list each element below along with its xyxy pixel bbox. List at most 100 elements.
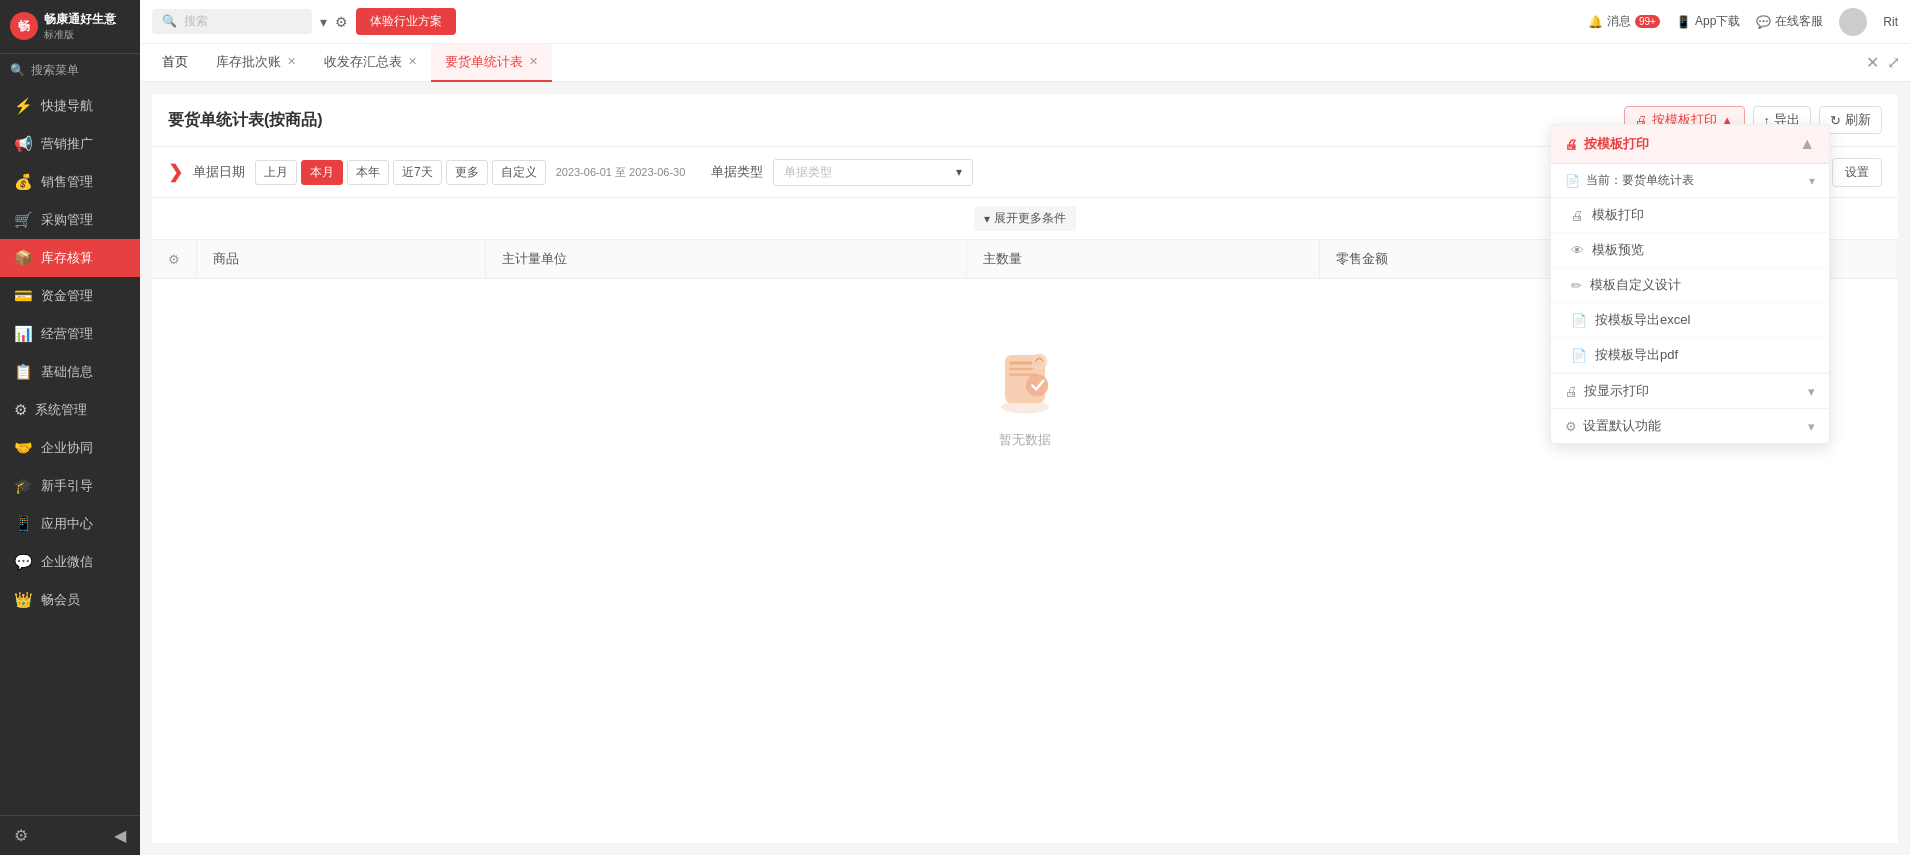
tab-close-all-btn[interactable]: ✕ <box>1864 51 1881 74</box>
sidebar-item-label: 新手引导 <box>41 477 93 495</box>
sidebar-item-purchase[interactable]: 🛒 采购管理 <box>0 201 140 239</box>
dropdown-item-export-excel[interactable]: 📄 按模板导出excel <box>1551 303 1829 338</box>
default-setting-icon: ⚙ <box>1565 419 1577 434</box>
tab-inventory-batch-label: 库存批次账 <box>216 53 281 71</box>
sidebar-settings-btn[interactable]: ⚙ <box>14 826 28 845</box>
date-btn-this-year[interactable]: 本年 <box>347 160 389 185</box>
dropdown-current-template[interactable]: 📄 当前：要货单统计表 ▾ <box>1551 164 1829 198</box>
topbar-dropdown-arrow[interactable]: ▾ <box>320 14 327 30</box>
type-filter-select[interactable]: 单据类型 ▾ <box>773 159 973 186</box>
operations-icon: 📊 <box>14 325 33 343</box>
tab-inventory-batch[interactable]: 库存批次账 ✕ <box>202 44 310 82</box>
current-template-icon: 📄 <box>1565 174 1580 188</box>
refresh-icon: ↻ <box>1830 113 1841 128</box>
notice-btn[interactable]: 🔔 消息 99+ <box>1588 13 1660 30</box>
search-icon: 🔍 <box>162 14 177 28</box>
sidebar-footer: ⚙ ◀ <box>0 815 140 855</box>
service-btn[interactable]: 💬 在线客服 <box>1756 13 1823 30</box>
tab-inventory-batch-close[interactable]: ✕ <box>287 56 296 67</box>
sidebar-item-appstore[interactable]: 📱 应用中心 <box>0 505 140 543</box>
trial-btn[interactable]: 体验行业方案 <box>356 8 456 35</box>
sidebar-item-inventory[interactable]: 📦 库存核算 <box>0 239 140 277</box>
dropdown-item-template-print[interactable]: 🖨 模板打印 <box>1551 198 1829 233</box>
chevron-down-icon: ▾ <box>956 165 962 179</box>
sidebar-item-marketing[interactable]: 📢 营销推广 <box>0 125 140 163</box>
cooperation-icon: 🤝 <box>14 439 33 457</box>
sidebar-logo: 畅 畅康通好生意 标准版 <box>0 0 140 54</box>
th-settings[interactable]: ⚙ <box>152 240 197 279</box>
sidebar-collapse-btn[interactable]: ◀ <box>114 826 126 845</box>
dropdown-display-print[interactable]: 🖨 按显示打印 ▾ <box>1551 373 1829 408</box>
sidebar-item-member[interactable]: 👑 畅会员 <box>0 581 140 619</box>
marketing-icon: 📢 <box>14 135 33 153</box>
sidebar-search[interactable]: 🔍 搜索菜单 <box>0 54 140 87</box>
tab-order-summary-close[interactable]: ✕ <box>529 56 538 67</box>
tab-home-label: 首页 <box>162 53 188 71</box>
display-print-icon: 🖨 <box>1565 384 1578 399</box>
app-logo-icon: 畅 <box>10 12 38 40</box>
sidebar-item-cooperation[interactable]: 🤝 企业协同 <box>0 429 140 467</box>
sidebar-item-finance[interactable]: 💳 资金管理 <box>0 277 140 315</box>
th-quantity: 主数量 <box>966 240 1319 279</box>
date-btn-custom[interactable]: 自定义 <box>492 160 546 185</box>
sidebar-item-label: 企业协同 <box>41 439 93 457</box>
sidebar-item-operations[interactable]: 📊 经营管理 <box>0 315 140 353</box>
template-custom-label: 模板自定义设计 <box>1590 276 1681 294</box>
settings-btn[interactable]: 设置 <box>1832 158 1882 187</box>
topbar-search[interactable]: 🔍 搜索 <box>152 9 312 34</box>
filter-expand-btn[interactable]: ❯ <box>168 161 183 183</box>
sidebar-item-label: 企业微信 <box>41 553 93 571</box>
notice-icon: 🔔 <box>1588 15 1603 29</box>
sidebar-item-guide[interactable]: 🎓 新手引导 <box>0 467 140 505</box>
date-btn-last-month[interactable]: 上月 <box>255 160 297 185</box>
default-setting-label: 设置默认功能 <box>1583 417 1661 435</box>
app-icon: 📱 <box>1676 15 1691 29</box>
date-filter-group: 上月 本月 本年 近7天 更多 自定义 <box>255 160 546 185</box>
tab-receivable-summary-close[interactable]: ✕ <box>408 56 417 67</box>
page-content: 要货单统计表(按商品) 🖨 按模板打印 ▲ ↑ 导出 ↻ 刷新 ❯ <box>140 82 1910 855</box>
inventory-icon: 📦 <box>14 249 33 267</box>
date-btn-this-month[interactable]: 本月 <box>301 160 343 185</box>
tab-order-summary[interactable]: 要货单统计表 ✕ <box>431 44 552 82</box>
tab-home[interactable]: 首页 <box>148 44 202 82</box>
quick-nav-icon: ⚡ <box>14 97 33 115</box>
export-pdf-label: 按模板导出pdf <box>1595 346 1678 364</box>
app-download-btn[interactable]: 📱 App下载 <box>1676 13 1740 30</box>
finance-icon: 💳 <box>14 287 33 305</box>
dropdown-title: 按模板打印 <box>1584 135 1649 153</box>
svg-point-5 <box>1026 374 1048 396</box>
date-range-text: 2023-06-01 至 2023-06-30 <box>556 165 686 180</box>
sidebar-item-wechat[interactable]: 💬 企业微信 <box>0 543 140 581</box>
brand-sub: 标准版 <box>44 28 116 41</box>
topbar-settings-icon[interactable]: ⚙ <box>335 14 348 30</box>
dropdown-item-template-custom[interactable]: ✏ 模板自定义设计 <box>1551 268 1829 303</box>
app-label: App下载 <box>1695 13 1740 30</box>
empty-icon <box>985 339 1065 419</box>
sidebar-item-sales[interactable]: 💰 销售管理 <box>0 163 140 201</box>
dropdown-item-export-pdf[interactable]: 📄 按模板导出pdf <box>1551 338 1829 373</box>
sidebar-item-label: 应用中心 <box>41 515 93 533</box>
expand-more-btn[interactable]: ▾ 展开更多条件 <box>974 206 1076 231</box>
tabs-bar-actions: ✕ ⤢ <box>1864 51 1902 74</box>
sidebar-item-label: 系统管理 <box>35 401 87 419</box>
chevron-down-icon: ▾ <box>984 212 990 226</box>
date-btn-7days[interactable]: 近7天 <box>393 160 442 185</box>
settings-icon[interactable]: ⚙ <box>168 252 180 267</box>
page-title: 要货单统计表(按商品) <box>168 110 323 131</box>
user-avatar[interactable] <box>1839 8 1867 36</box>
dropdown-item-template-preview[interactable]: 👁 模板预览 <box>1551 233 1829 268</box>
tab-receivable-summary[interactable]: 收发存汇总表 ✕ <box>310 44 431 82</box>
sidebar-item-label: 销售管理 <box>41 173 93 191</box>
main-area: 🔍 搜索 ▾ ⚙ 体验行业方案 🔔 消息 99+ 📱 App下载 💬 在线客服 … <box>140 0 1910 855</box>
sidebar-item-quick-nav[interactable]: ⚡ 快捷导航 <box>0 87 140 125</box>
sidebar-item-system[interactable]: ⚙ 系统管理 <box>0 391 140 429</box>
topbar: 🔍 搜索 ▾ ⚙ 体验行业方案 🔔 消息 99+ 📱 App下载 💬 在线客服 … <box>140 0 1910 44</box>
date-btn-more[interactable]: 更多 <box>446 160 488 185</box>
dropdown-close-btn[interactable]: ▲ <box>1799 135 1815 153</box>
dropdown-default-setting[interactable]: ⚙ 设置默认功能 ▾ <box>1551 408 1829 443</box>
sidebar-item-basics[interactable]: 📋 基础信息 <box>0 353 140 391</box>
pdf-icon: 📄 <box>1571 348 1587 363</box>
basics-icon: 📋 <box>14 363 33 381</box>
tab-expand-btn[interactable]: ⤢ <box>1885 51 1902 74</box>
sidebar-item-label: 营销推广 <box>41 135 93 153</box>
